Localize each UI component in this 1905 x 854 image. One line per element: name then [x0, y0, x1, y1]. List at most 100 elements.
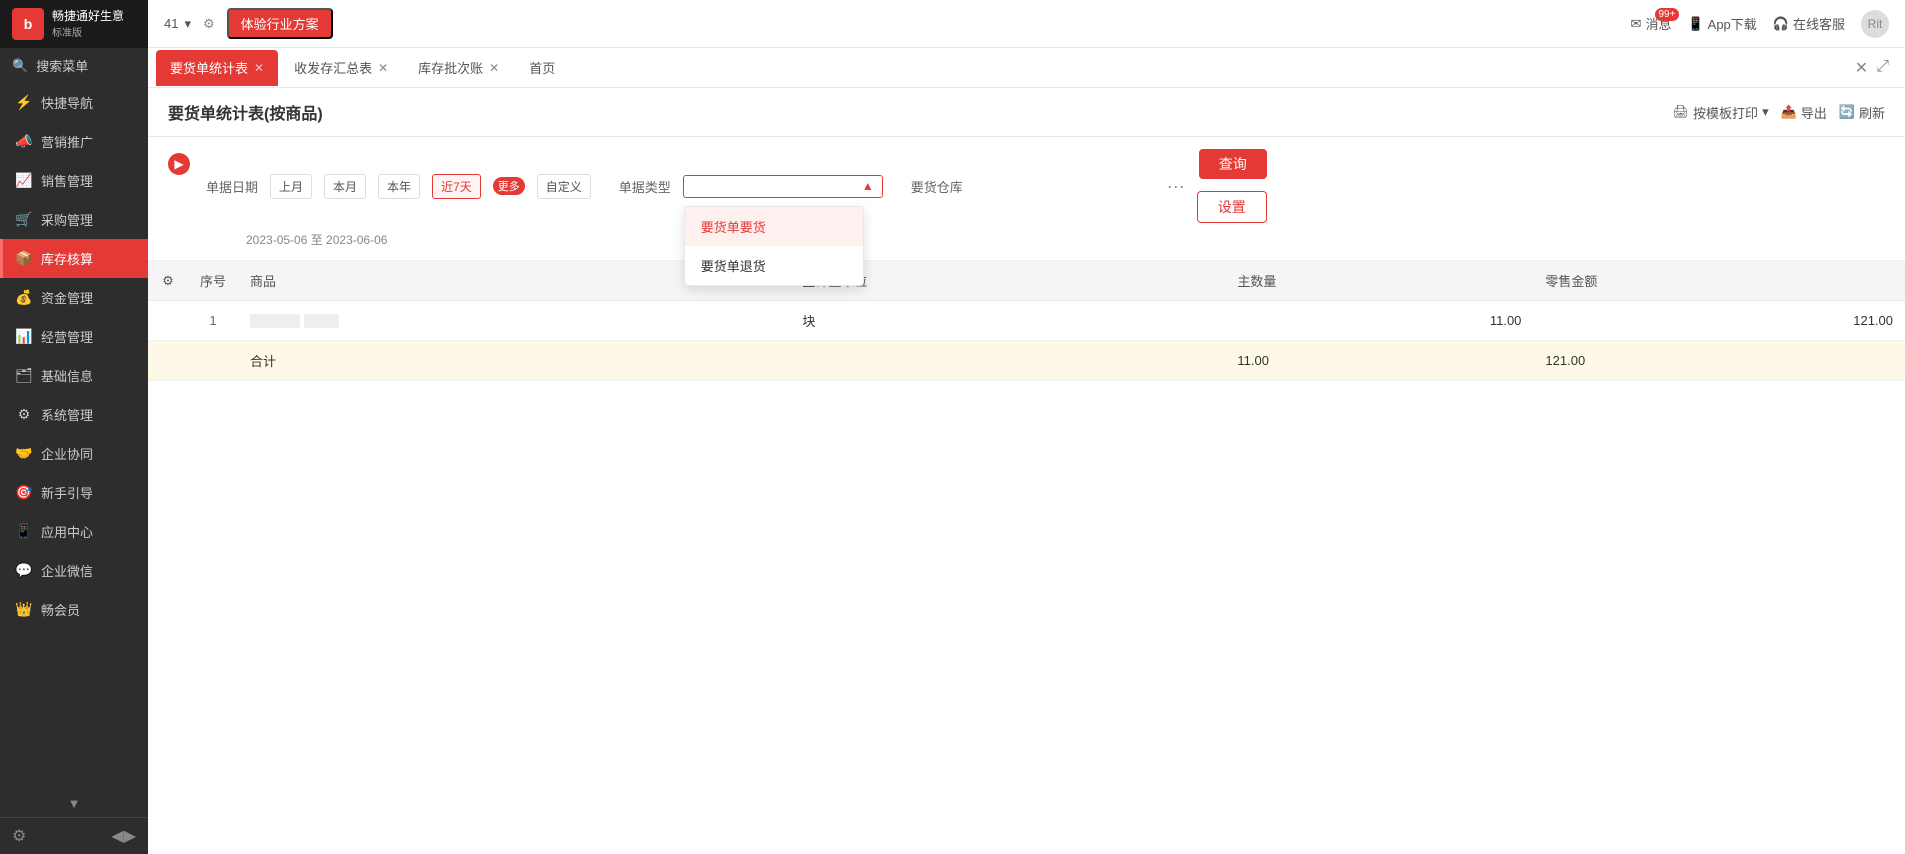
dropdown-item-order-return[interactable]: 要货单退货	[685, 246, 863, 285]
promo-button[interactable]: 体验行业方案	[227, 8, 333, 39]
sidebar-item-operations[interactable]: 📊 经营管理	[0, 317, 148, 356]
sidebar-item-label: 基础信息	[41, 366, 93, 385]
app-center-icon: 📱	[15, 523, 33, 540]
type-select-arrow-up: ▲	[862, 179, 874, 193]
filter-group: 单据日期 上月 本月 本年 近7天 更多 自定义 单据类型 ▲ 要货单要货要货单…	[206, 149, 1267, 248]
table-row: 1 块 11.00 121.00	[148, 301, 1905, 341]
date-btn-this-year[interactable]: 本年	[378, 174, 420, 199]
date-btn-this-month[interactable]: 本月	[324, 174, 366, 199]
sidebar-item-app-center[interactable]: 📱应用中心	[0, 512, 148, 551]
app-download-button[interactable]: 📱 App下载	[1687, 14, 1756, 33]
date-btn-7days[interactable]: 近7天	[432, 174, 481, 199]
tenant-id: 41	[164, 16, 178, 31]
tab-close-order-stats[interactable]: ✕	[254, 61, 264, 75]
dropdown-item-order-goods[interactable]: 要货单要货	[685, 207, 863, 246]
operations-icon: 📊	[15, 328, 33, 345]
user-name: Rit	[1868, 17, 1883, 31]
template-print-button[interactable]: 🖨 按模板打印 ▾	[1673, 103, 1769, 122]
export-icon: 📤	[1781, 104, 1797, 120]
sidebar-item-sales[interactable]: 📈 销售管理	[0, 161, 148, 200]
user-avatar[interactable]: Rit	[1861, 10, 1889, 38]
template-print-label: 按模板打印	[1693, 103, 1758, 122]
sidebar-item-label: 快捷导航	[41, 93, 93, 112]
refresh-button[interactable]: 🔄 刷新	[1839, 103, 1885, 122]
tab-close-receive-summary[interactable]: ✕	[378, 61, 388, 75]
settings-icon[interactable]: ⚙	[12, 826, 26, 846]
tab-label: 收发存汇总表	[294, 58, 372, 77]
chevron-down-icon: ▾	[184, 16, 191, 32]
sidebar-item-enterprise[interactable]: 🤝企业协同	[0, 434, 148, 473]
warehouse-input[interactable]	[975, 179, 1151, 194]
type-select-text	[692, 179, 862, 194]
tab-close-all[interactable]: ✕	[1855, 58, 1868, 78]
sidebar-item-label: 系统管理	[41, 405, 93, 424]
tab-receive-summary[interactable]: 收发存汇总表 ✕	[280, 50, 402, 86]
type-dropdown: 要货单要货要货单退货	[684, 206, 864, 286]
sidebar-item-purchase[interactable]: 🛒采购管理	[0, 200, 148, 239]
collapse-icon[interactable]: ◀▶	[111, 826, 136, 846]
date-btn-last-month[interactable]: 上月	[270, 174, 312, 199]
sidebar-item-label: 企业微信	[41, 561, 93, 580]
tab-batch-account[interactable]: 库存批次账✕	[404, 50, 513, 86]
type-select[interactable]: ▲ 要货单要货要货单退货	[683, 175, 883, 198]
sidebar-nav: ⚡快捷导航📣营销推广 📈 销售管理 🛒采购管理📦库存核算💰资金管理 📊 经营管理 🗂 基础信息…	[0, 83, 148, 790]
page-content: 要货单统计表(按商品) 🖨 按模板打印 ▾ 📤 导出 🔄 刷新	[148, 88, 1905, 854]
date-label: 单据日期	[206, 177, 258, 196]
online-service-button[interactable]: 🎧 在线客服	[1773, 14, 1845, 33]
sidebar-item-marketing[interactable]: 📣营销推广	[0, 122, 148, 161]
tab-home[interactable]: 首页	[515, 50, 569, 86]
sidebar-item-label: 企业协同	[41, 444, 93, 463]
sidebar-item-inventory[interactable]: 📦库存核算	[0, 239, 148, 278]
sidebar-item-basic[interactable]: 🗂 基础信息	[0, 356, 148, 395]
query-button[interactable]: 查询	[1199, 149, 1267, 179]
filter-toggle-button[interactable]: ▶	[168, 153, 190, 175]
tab-expand[interactable]: ⤢	[1876, 58, 1889, 78]
settings-button[interactable]: 设置	[1197, 191, 1267, 223]
data-table: ⚙ 序号 商品 主计量单位 主数量 零售金额 1 块 11.00	[148, 261, 1905, 381]
sidebar-item-guide[interactable]: 🎯新手引导	[0, 473, 148, 512]
tab-label: 首页	[529, 58, 555, 77]
sidebar-item-member[interactable]: 👑 畅会员	[0, 590, 148, 629]
th-quantity: 主数量	[1225, 261, 1533, 301]
sidebar-search[interactable]: 🔍 搜索菜单	[0, 48, 148, 83]
sidebar: b 畅捷通好生意 标准版 🔍 搜索菜单 ⚡快捷导航📣营销推广📈销售管理🛒采购管理…	[0, 0, 148, 854]
sidebar-item-quick-nav[interactable]: ⚡快捷导航	[0, 83, 148, 122]
row-num: 1	[188, 301, 238, 341]
tab-bar: 要货单统计表✕收发存汇总表✕库存批次账✕首页 ✕ ⤢	[148, 48, 1905, 88]
message-badge: 99+	[1655, 8, 1680, 21]
sidebar-item-label: 销售管理	[41, 171, 93, 190]
header-left: 41 ▾ ⚙ 体验行业方案	[164, 8, 333, 39]
purchase-icon: 🛒	[15, 211, 33, 228]
footer-amount: 121.00	[1533, 341, 1905, 381]
tab-order-stats[interactable]: 要货单统计表✕	[156, 50, 278, 86]
tenant-selector[interactable]: 41 ▾	[164, 16, 191, 32]
guide-icon: 🎯	[15, 484, 33, 501]
chevron-down-icon-print: ▾	[1762, 104, 1769, 120]
print-icon: 🖨	[1673, 104, 1690, 120]
export-button[interactable]: 📤 导出	[1781, 103, 1827, 122]
date-more-badge[interactable]: 更多	[493, 177, 525, 195]
sidebar-item-label: 经营管理	[41, 327, 93, 346]
warehouse-label: 要货仓库	[911, 177, 963, 196]
sidebar-item-wechat[interactable]: 💬企业微信	[0, 551, 148, 590]
refresh-label: 刷新	[1859, 103, 1885, 122]
sidebar-scroll-down[interactable]: ▼	[0, 790, 148, 817]
sidebar-item-system[interactable]: ⚙系统管理	[0, 395, 148, 434]
sidebar-item-label: 库存核算	[41, 249, 93, 268]
sidebar-item-label: 畅会员	[41, 600, 80, 619]
more-filters-icon[interactable]: ···	[1167, 176, 1185, 197]
date-custom-button[interactable]: 自定义	[537, 174, 591, 199]
sales-icon: 📈	[15, 172, 33, 189]
service-icon: 🎧	[1773, 16, 1789, 32]
th-num: 序号	[188, 261, 238, 301]
tab-close-batch-account[interactable]: ✕	[489, 61, 499, 75]
header-right: ✉ 消息 99+ 📱 App下载 🎧 在线客服 Rit	[1631, 10, 1889, 38]
header-gear-icon[interactable]: ⚙	[203, 16, 215, 32]
basic-icon: 🗂	[15, 367, 33, 384]
sidebar-item-finance[interactable]: 💰资金管理	[0, 278, 148, 317]
message-button[interactable]: ✉ 消息 99+	[1631, 14, 1672, 33]
th-settings[interactable]: ⚙	[148, 261, 188, 301]
main-area: 41 ▾ ⚙ 体验行业方案 ✉ 消息 99+ 📱 App下载 🎧 在线客服 Ri…	[148, 0, 1905, 854]
member-icon: 👑	[15, 601, 33, 618]
app-download-label: App下载	[1708, 14, 1757, 33]
